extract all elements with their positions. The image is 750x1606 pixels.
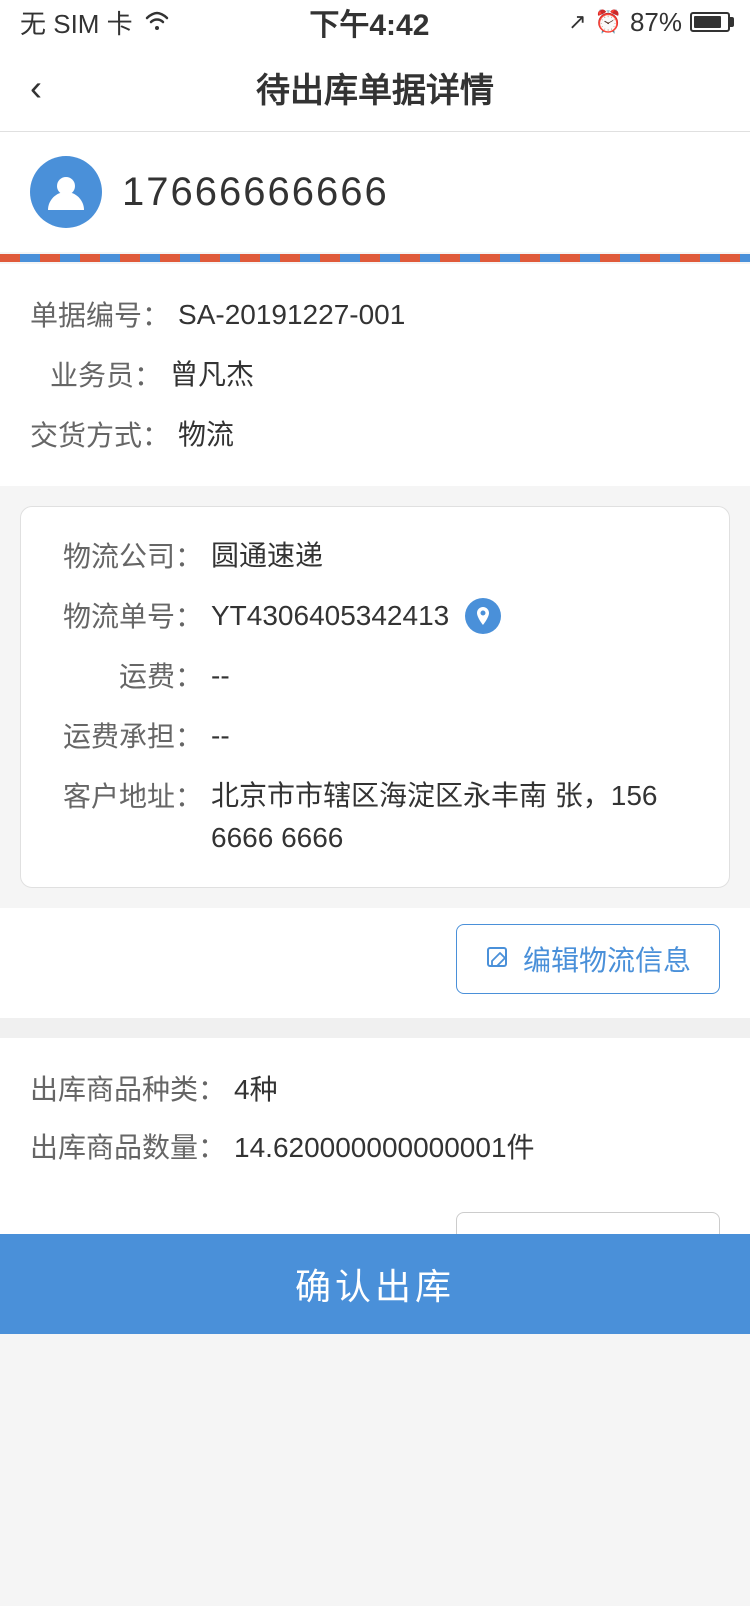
user-card: 17666666666 [0,132,750,252]
dashed-separator [0,254,750,262]
page-title: 待出库单据详情 [256,63,494,112]
document-info-section: 单据编号： SA-20191227-001 业务员： 曾凡杰 交货方式： 物流 [0,264,750,486]
logistics-tracking-value: YT4306405342413 [211,595,699,637]
goods-quantity-label: 出库商品数量： [30,1126,234,1166]
avatar [30,156,102,228]
goods-section: 出库商品种类： 4种 出库商品数量： 14.620000000000001件 [0,1038,750,1196]
logistics-freight-value: -- [211,655,699,697]
user-icon [44,170,88,214]
edit-logistics-container: 编辑物流信息 [0,908,750,1018]
logistics-freight-row: 运费： -- [51,655,699,697]
delivery-value: 物流 [178,414,720,456]
goods-quantity-row: 出库商品数量： 14.620000000000001件 [30,1126,720,1166]
gray-separator-1 [0,1018,750,1038]
logistics-company-value: 圆通速递 [211,535,699,577]
edit-logistics-button[interactable]: 编辑物流信息 [456,924,720,994]
logistics-company-row: 物流公司： 圆通速递 [51,535,699,577]
edit-logistics-label: 编辑物流信息 [523,939,691,979]
map-location-icon[interactable] [465,598,501,634]
nav-bar: ‹ 待出库单据详情 [0,44,750,132]
alarm-icon: ⏰ [595,9,622,35]
delivery-label: 交货方式： [30,414,178,454]
status-right: ↗ ⏰ 87% [568,7,730,38]
delivery-row: 交货方式： 物流 [30,414,720,456]
logistics-address-value: 北京市市辖区海淀区永丰南 张，156 6666 6666 [211,775,699,859]
goods-types-label: 出库商品种类： [30,1068,234,1108]
logistics-address-label: 客户地址： [51,775,211,815]
back-button[interactable]: ‹ [30,67,42,109]
battery-percent: 87% [630,7,682,38]
goods-types-value: 4种 [234,1068,720,1108]
logistics-address-row: 客户地址： 北京市市辖区海淀区永丰南 张，156 6666 6666 [51,775,699,859]
status-time: 下午4:42 [309,0,429,44]
goods-types-row: 出库商品种类： 4种 [30,1068,720,1108]
logistics-bearer-value: -- [211,715,699,757]
logistics-company-label: 物流公司： [51,535,211,575]
logistics-card: 物流公司： 圆通速递 物流单号： YT4306405342413 运费： -- … [20,506,730,888]
goods-quantity-value: 14.620000000000001件 [234,1126,720,1166]
document-number-label: 单据编号： [30,294,178,334]
battery-icon [690,12,730,32]
document-number-value: SA-20191227-001 [178,294,720,336]
logistics-bearer-label: 运费承担： [51,715,211,755]
wifi-icon [143,7,171,38]
logistics-tracking-row: 物流单号： YT4306405342413 [51,595,699,637]
location-arrow-icon: ↗ [568,9,586,35]
carrier-text: 无 SIM 卡 [20,4,133,41]
document-number-row: 单据编号： SA-20191227-001 [30,294,720,336]
staff-label: 业务员： [30,354,170,394]
status-left: 无 SIM 卡 [20,4,171,41]
staff-value: 曾凡杰 [170,354,720,396]
confirm-button-label: 确认出库 [295,1258,455,1310]
empty-space [0,1306,750,1506]
confirm-button-bar[interactable]: 确认出库 [0,1234,750,1334]
logistics-tracking-label: 物流单号： [51,595,211,635]
logistics-bearer-row: 运费承担： -- [51,715,699,757]
status-bar: 无 SIM 卡 下午4:42 ↗ ⏰ 87% [0,0,750,44]
user-phone: 17666666666 [122,170,389,215]
edit-icon [485,945,513,973]
logistics-freight-label: 运费： [51,655,211,695]
staff-row: 业务员： 曾凡杰 [30,354,720,396]
